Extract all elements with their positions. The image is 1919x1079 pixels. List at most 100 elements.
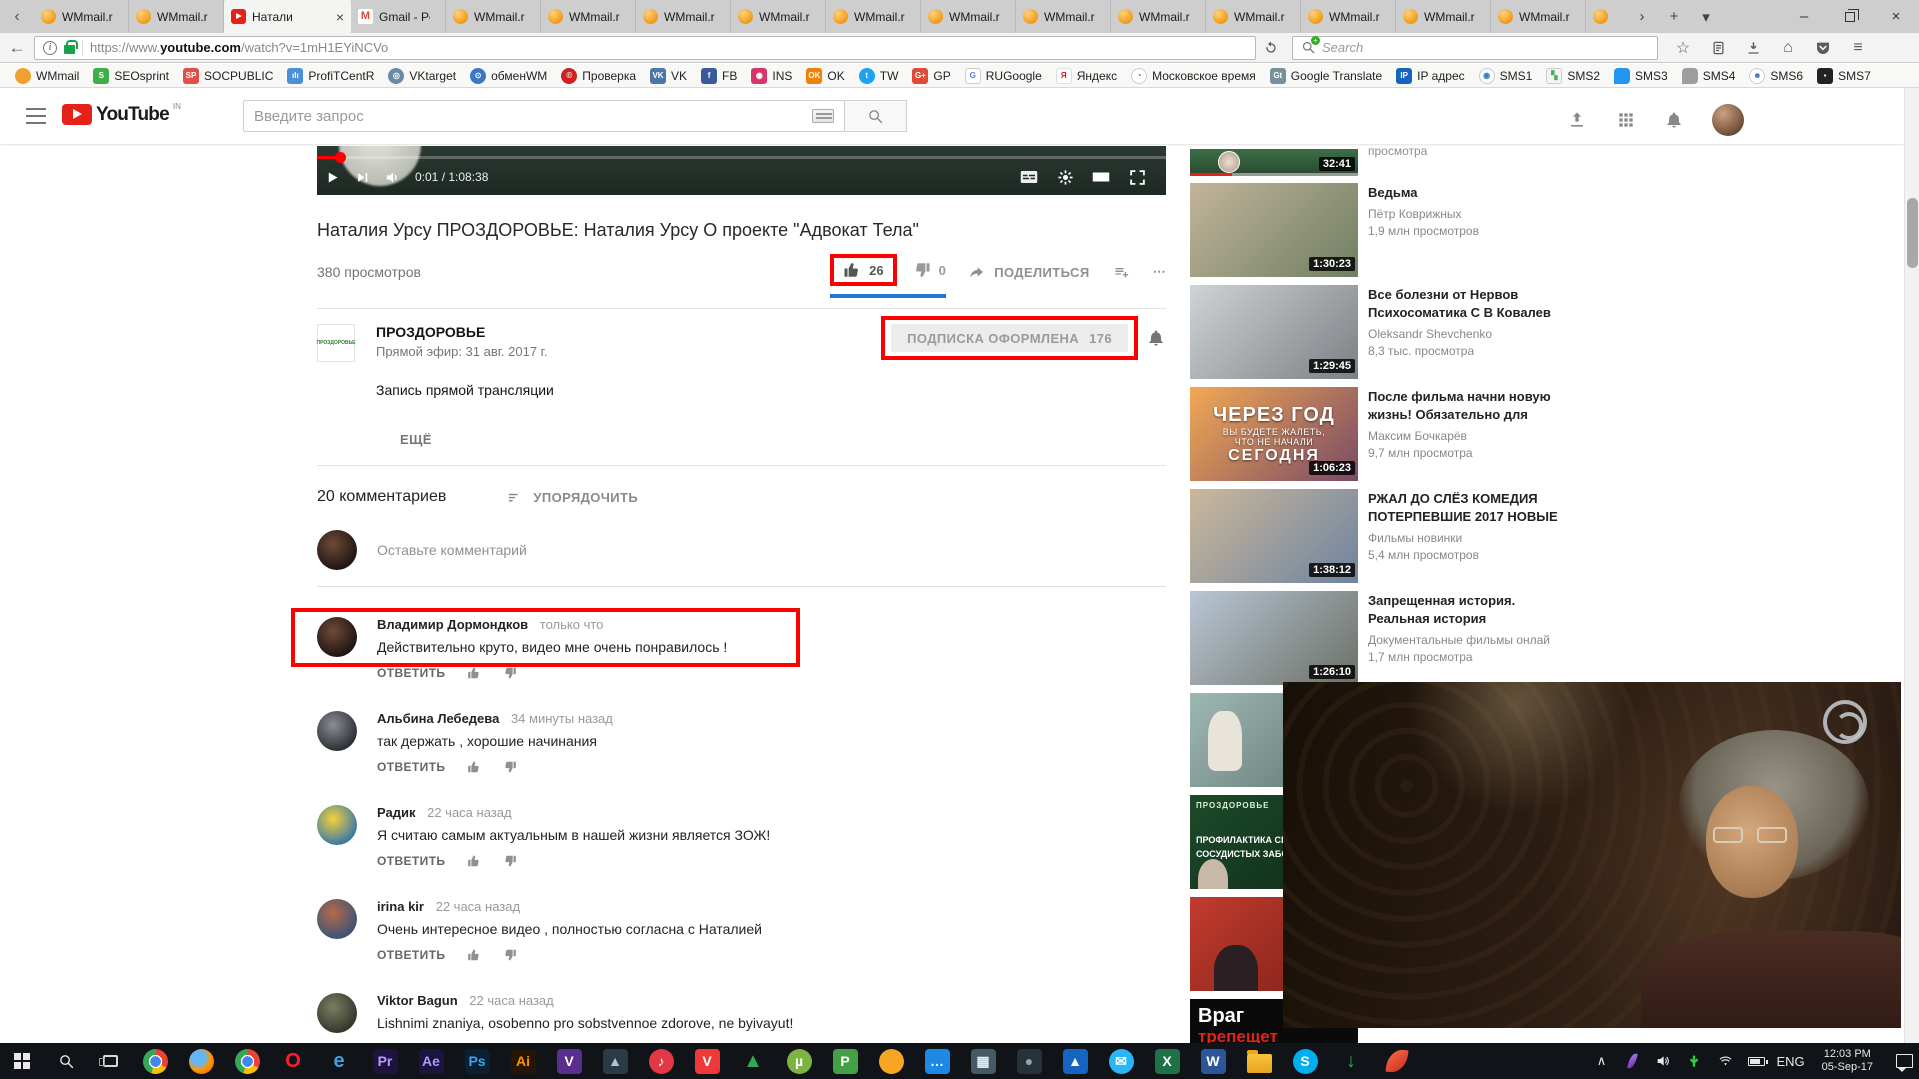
bookmark-item[interactable]: ☻ SMS6 — [1744, 66, 1808, 86]
related-video[interactable]: ЧЕРЕЗ ГОД ВЫ БУДЕТЕ ЖАЛЕТЬ, ЧТО НЕ НАЧАЛИ С… — [1190, 387, 1570, 481]
commenter-avatar[interactable] — [317, 899, 357, 939]
add-to-playlist-icon[interactable] — [1112, 264, 1131, 280]
reply-button[interactable]: ОТВЕТИТЬ — [377, 854, 445, 868]
bookmark-item[interactable]: G RUGoogle — [960, 66, 1047, 86]
taskbar-app[interactable]: ● — [1006, 1043, 1052, 1079]
related-video[interactable]: 1:29:45 Все болезни от Нервов Психосомат… — [1190, 285, 1570, 379]
tray-volume-icon[interactable] — [1652, 1053, 1674, 1069]
taskbar-app[interactable]: Ai — [500, 1043, 546, 1079]
bookmark-item[interactable]: Я Яндекс — [1051, 66, 1122, 86]
comment-like-icon[interactable] — [467, 948, 481, 962]
bookmark-item[interactable]: ılı ProfiTCentR — [282, 66, 379, 86]
tray-feather-icon[interactable] — [1621, 1052, 1643, 1070]
channel-name[interactable]: ПРОЗДОРОВЬЕ — [376, 324, 547, 340]
bookmark-item[interactable]: OK OK — [801, 66, 849, 86]
bookmark-item[interactable]: S SEOsprint — [88, 66, 174, 86]
browser-tab[interactable]: WMmail.ru — [1016, 0, 1111, 33]
fullscreen-icon[interactable] — [1122, 165, 1152, 189]
taskbar-app[interactable]: ▲ — [1052, 1043, 1098, 1079]
commenter-avatar[interactable] — [317, 617, 357, 657]
bookmark-item[interactable]: G+ GP — [907, 66, 955, 86]
browser-tab[interactable]: WMmail.ru — [129, 0, 224, 33]
browser-tab[interactable]: WMmail.ru — [731, 0, 826, 33]
settings-gear-icon[interactable] — [1050, 165, 1080, 189]
browser-tab[interactable]: WMmail.ru — [1491, 0, 1586, 33]
page-scrollbar[interactable] — [1904, 88, 1919, 1043]
taskbar-app[interactable]: W — [1190, 1043, 1236, 1079]
show-more-button[interactable]: ЕЩЁ — [400, 432, 1166, 447]
home-icon[interactable]: ⌂ — [1777, 39, 1799, 57]
user-avatar[interactable] — [1712, 104, 1744, 136]
start-button[interactable] — [0, 1043, 44, 1079]
taskbar-app[interactable] — [178, 1043, 224, 1079]
language-indicator[interactable]: ENG — [1776, 1054, 1804, 1069]
browser-tab[interactable]: WMmail.ru — [34, 0, 129, 33]
downloads-icon[interactable] — [1742, 40, 1764, 56]
pocket-icon[interactable] — [1812, 40, 1834, 56]
subtitles-icon[interactable] — [1014, 165, 1044, 189]
new-tab-button[interactable]: + — [1658, 0, 1690, 33]
browser-tab[interactable]: WMmail.ru — [1206, 0, 1301, 33]
related-video-thumbnail[interactable]: 1:38:12 — [1190, 489, 1358, 583]
reload-icon[interactable] — [1256, 40, 1286, 56]
scrollbar-thumb[interactable] — [1907, 198, 1918, 268]
like-button[interactable]: 26 — [830, 254, 897, 286]
list-all-tabs-icon[interactable]: ▾ — [1690, 0, 1722, 33]
bookmark-item[interactable]: ◔ Московское время — [1126, 66, 1261, 86]
related-video[interactable]: 1:38:12 РЖАЛ ДО СЛЁЗ КОМЕДИЯ ПОТЕРПЕВШИЕ… — [1190, 489, 1570, 583]
comment-composer[interactable]: Оставьте комментарий — [317, 530, 1166, 587]
related-video-thumbnail[interactable]: ЧЕРЕЗ ГОД ВЫ БУДЕТЕ ЖАЛЕТЬ, ЧТО НЕ НАЧАЛИ С… — [1190, 387, 1358, 481]
comment-author[interactable]: Альбина Лебедева — [377, 711, 499, 726]
taskbar-app[interactable] — [1236, 1043, 1282, 1079]
browser-tab[interactable]: WMmail.ru — [826, 0, 921, 33]
bookmark-item[interactable]: ▪ SMS7 — [1812, 66, 1876, 86]
browser-tab[interactable]: WMmail.ru — [1301, 0, 1396, 33]
taskbar-app[interactable]: ✉ — [1098, 1043, 1144, 1079]
subscribed-button[interactable]: ПОДПИСКА ОФОРМЛЕНА 176 — [891, 324, 1128, 352]
related-video-title[interactable]: Все болезни от Нервов Психосоматика С В … — [1368, 286, 1570, 322]
related-video-title[interactable]: После фильма начни новую жизнь! Обязател… — [1368, 388, 1570, 424]
browser-tab[interactable]: WMmail.ru — [541, 0, 636, 33]
bookmark-item[interactable]: VK VK — [645, 66, 692, 86]
related-video-thumbnail[interactable]: 1:26:10 — [1190, 591, 1358, 685]
tab-scroll-left-icon[interactable]: ‹ — [0, 0, 34, 33]
comment-like-icon[interactable] — [467, 854, 481, 868]
upload-icon[interactable] — [1566, 110, 1588, 130]
bookmark-item[interactable]: SMS3 — [1609, 66, 1673, 86]
browser-tab[interactable]: Gmail - Pe — [351, 0, 446, 33]
more-actions-icon[interactable]: ⋯ — [1153, 264, 1166, 280]
browser-tab[interactable]: WMmail.ru — [1111, 0, 1206, 33]
related-video-title[interactable]: Ведьма — [1368, 184, 1570, 202]
keyboard-icon[interactable] — [812, 109, 834, 123]
close-button[interactable]: × — [1873, 0, 1919, 33]
taskbar-clock[interactable]: 12:03 PM 05-Sep-17 — [1814, 1048, 1881, 1074]
taskbar-app[interactable]: e — [316, 1043, 362, 1079]
bookmark-item[interactable]: ⊙ обменWM — [465, 66, 552, 86]
youtube-search-button[interactable] — [845, 100, 907, 132]
taskbar-app[interactable]: ▲ — [592, 1043, 638, 1079]
commenter-avatar[interactable] — [317, 993, 357, 1033]
minimize-button[interactable]: – — [1781, 0, 1827, 33]
library-icon[interactable] — [1707, 40, 1729, 56]
bookmark-item[interactable]: IP IP адрес — [1391, 66, 1469, 86]
taskbar-app[interactable]: ↓ — [1328, 1043, 1374, 1079]
back-button[interactable]: ← — [0, 38, 34, 58]
bookmark-item[interactable]: ◎ VKtarget — [383, 66, 461, 86]
reply-button[interactable]: ОТВЕТИТЬ — [377, 760, 445, 774]
bookmark-star-icon[interactable]: ☆ — [1672, 38, 1694, 58]
comment-like-icon[interactable] — [467, 760, 481, 774]
channel-avatar[interactable]: ПРОЗДОРОВЬЕ — [316, 324, 356, 362]
browser-tab[interactable]: WMmail.ru — [921, 0, 1016, 33]
dislike-button[interactable]: 0 — [913, 261, 947, 279]
url-bar[interactable]: i https://www.youtube.com/watch?v=1mH1EY… — [34, 35, 1256, 60]
related-video-thumbnail[interactable]: 1:29:45 — [1190, 285, 1358, 379]
tray-update-icon[interactable] — [1683, 1054, 1705, 1069]
share-button[interactable]: ПОДЕЛИТЬСЯ — [968, 264, 1089, 280]
restore-button[interactable] — [1827, 0, 1873, 33]
taskbar-app[interactable]: P — [822, 1043, 868, 1079]
comment-author[interactable]: Радик — [377, 805, 415, 820]
taskbar-app[interactable] — [868, 1043, 914, 1079]
bookmark-item[interactable]: t TW — [854, 66, 904, 86]
tray-wifi-icon[interactable] — [1714, 1054, 1736, 1068]
browser-tab[interactable]: WMmail.ru — [446, 0, 541, 33]
